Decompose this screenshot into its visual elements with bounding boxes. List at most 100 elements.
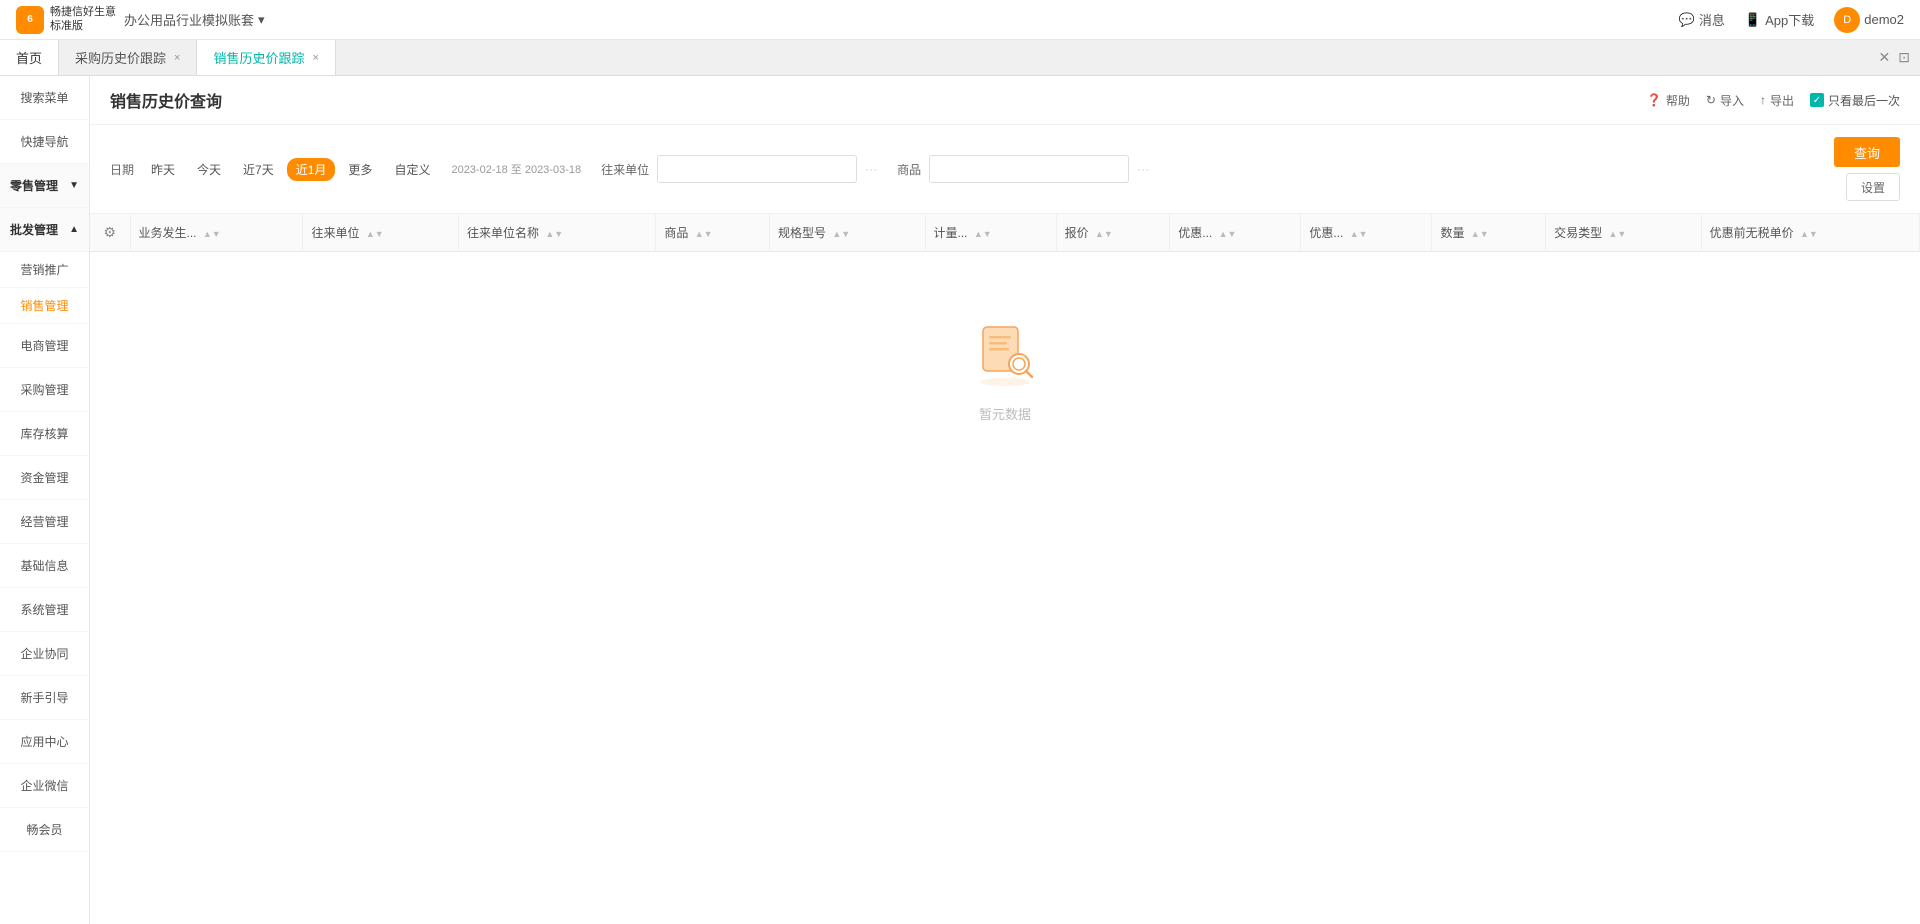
partner-filter-label: 往来单位 [601,161,649,178]
date-btn-last1m[interactable]: 近1月 [287,158,336,181]
date-btn-last7[interactable]: 近7天 [234,158,283,181]
date-btn-more[interactable]: 更多 [339,158,381,181]
sidebar-item-operation[interactable]: 经营管理 [0,500,89,544]
wholesale-arrow: ▲ [69,224,79,235]
page-title: 销售历史价查询 [110,88,222,112]
sidebar-item-sales-mgmt[interactable]: 销售管理 [0,288,89,324]
header-right: 💬 消息 📱 App下载 D demo2 [1679,7,1904,33]
sidebar-item-ecommerce[interactable]: 电商管理 [0,324,89,368]
date-btn-yesterday[interactable]: 昨天 [142,158,184,181]
message-icon: 💬 [1679,12,1695,28]
sidebar-item-basic-info[interactable]: 基础信息 [0,544,89,588]
sort-arrows-partner-code: ▲▼ [366,229,384,239]
th-trade-type[interactable]: 交易类型 ▲▼ [1546,214,1702,252]
avatar: D [1834,7,1860,33]
import-icon: ↻ [1706,93,1716,107]
th-discount2[interactable]: 优惠... ▲▼ [1301,214,1432,252]
date-filter-label: 日期 [110,161,134,178]
app-selector[interactable]: 办公用品行业模拟账套 ▾ [124,10,265,29]
sort-arrows-price: ▲▼ [1095,229,1113,239]
th-product[interactable]: 商品 ▲▼ [656,214,770,252]
sidebar-item-member[interactable]: 畅会员 [0,808,89,852]
partner-dots: ··· [865,162,877,176]
date-filter-group: 日期 昨天 今天 近7天 近1月 更多 自定义 2023-02-18 至 202… [110,158,581,181]
export-btn[interactable]: ↑ 导出 [1760,92,1794,109]
sidebar-item-search[interactable]: 搜索菜单 [0,76,89,120]
sort-arrows-partner-name: ▲▼ [545,229,563,239]
sidebar-item-finance[interactable]: 资金管理 [0,456,89,500]
tab-sales-history[interactable]: 销售历史价跟踪 × [197,40,335,75]
filter-right-actions: 查询 设置 [1834,137,1900,201]
empty-icon [965,312,1045,392]
th-quantity[interactable]: 数量 ▲▼ [1432,214,1546,252]
sort-arrows-unit: ▲▼ [974,229,992,239]
sidebar-item-retail[interactable]: 零售管理 ▼ [0,164,89,208]
th-pretax-price[interactable]: 优惠前无税单价 ▲▼ [1701,214,1919,252]
sidebar-item-marketing[interactable]: 营销推广 [0,252,89,288]
date-buttons: 昨天 今天 近7天 近1月 更多 自定义 [142,158,439,181]
settings-button[interactable]: 设置 [1846,173,1900,201]
sidebar: 搜索菜单 快捷导航 零售管理 ▼ 批发管理 ▲ 营销推广 销售管理 电商管理 采… [0,76,90,924]
partner-input[interactable] [657,155,857,183]
th-spec[interactable]: 规格型号 ▲▼ [769,214,925,252]
table-container: ⚙ 业务发生... ▲▼ 往来单位 ▲▼ 往来单位名称 [90,214,1920,924]
tab-bar: 首页 采购历史价跟踪 × 销售历史价跟踪 × ✕ ⊡ [0,40,1920,76]
sort-arrows-quantity: ▲▼ [1471,229,1489,239]
sort-arrows-spec: ▲▼ [832,229,850,239]
app-download-action[interactable]: 📱 App下载 [1745,10,1814,29]
main-layout: 搜索菜单 快捷导航 零售管理 ▼ 批发管理 ▲ 营销推广 销售管理 电商管理 采… [0,76,1920,924]
help-btn[interactable]: ❓ 帮助 [1647,92,1690,109]
sidebar-item-app-center[interactable]: 应用中心 [0,720,89,764]
close-window-btn[interactable]: ✕ [1879,49,1891,66]
sidebar-item-quick-nav[interactable]: 快捷导航 [0,120,89,164]
tab-close-sales[interactable]: × [312,52,318,64]
partner-filter-group: 往来单位 ··· [601,155,877,183]
table-header-row: ⚙ 业务发生... ▲▼ 往来单位 ▲▼ 往来单位名称 [90,214,1920,252]
gear-icon[interactable]: ⚙ [103,224,116,240]
sidebar-item-enterprise[interactable]: 企业协同 [0,632,89,676]
header-left: 6 畅捷信好生意 标准版 办公用品行业模拟账套 ▾ [16,6,265,34]
th-unit[interactable]: 计量... ▲▼ [925,214,1056,252]
only-last-checkbox[interactable]: ✓ 只看最后一次 [1810,92,1900,109]
date-btn-custom[interactable]: 自定义 [385,158,439,181]
content-area: 销售历史价查询 ❓ 帮助 ↻ 导入 ↑ 导出 ✓ [90,76,1920,924]
sidebar-item-purchase[interactable]: 采购管理 [0,368,89,412]
product-input[interactable] [929,155,1129,183]
page-title-bar: 销售历史价查询 ❓ 帮助 ↻ 导入 ↑ 导出 ✓ [90,76,1920,125]
date-range-text: 2023-02-18 至 2023-03-18 [451,161,581,177]
sidebar-item-guide[interactable]: 新手引导 [0,676,89,720]
retail-arrow: ▼ [69,180,79,191]
sidebar-item-system[interactable]: 系统管理 [0,588,89,632]
restore-window-btn[interactable]: ⊡ [1898,49,1910,66]
date-btn-today[interactable]: 今天 [188,158,230,181]
tab-close-purchase[interactable]: × [174,52,180,64]
user-profile[interactable]: D demo2 [1834,7,1904,33]
top-header: 6 畅捷信好生意 标准版 办公用品行业模拟账套 ▾ 💬 消息 📱 App下载 D… [0,0,1920,40]
th-price[interactable]: 报价 ▲▼ [1056,214,1170,252]
message-action[interactable]: 💬 消息 [1679,10,1725,29]
export-icon: ↑ [1760,93,1766,107]
empty-state: 暂元数据 [90,252,1920,483]
th-business-date[interactable]: 业务发生... ▲▼ [130,214,303,252]
logo-icon: 6 [16,6,44,34]
th-partner-code[interactable]: 往来单位 ▲▼ [303,214,459,252]
title-actions: ❓ 帮助 ↻ 导入 ↑ 导出 ✓ 只看最后一次 [1647,92,1900,109]
sort-arrows-product: ▲▼ [695,229,713,239]
th-settings[interactable]: ⚙ [90,214,130,252]
filter-bar: 日期 昨天 今天 近7天 近1月 更多 自定义 2023-02-18 至 202… [90,125,1920,214]
th-discount1[interactable]: 优惠... ▲▼ [1170,214,1301,252]
sidebar-item-inventory[interactable]: 库存核算 [0,412,89,456]
data-table: ⚙ 业务发生... ▲▼ 往来单位 ▲▼ 往来单位名称 [90,214,1920,252]
tab-home[interactable]: 首页 [0,40,59,75]
query-button[interactable]: 查询 [1834,137,1900,167]
product-filter-label: 商品 [897,161,921,178]
sidebar-item-wholesale[interactable]: 批发管理 ▲ [0,208,89,252]
import-btn[interactable]: ↻ 导入 [1706,92,1744,109]
sidebar-item-wechat[interactable]: 企业微信 [0,764,89,808]
tab-purchase-history[interactable]: 采购历史价跟踪 × [59,40,197,75]
product-filter-group: 商品 ··· [897,155,1149,183]
page-content: 销售历史价查询 ❓ 帮助 ↻ 导入 ↑ 导出 ✓ [90,76,1920,924]
sort-arrows-trade-type: ▲▼ [1608,229,1626,239]
sort-arrows-discount1: ▲▼ [1219,229,1237,239]
th-partner-name[interactable]: 往来单位名称 ▲▼ [458,214,655,252]
